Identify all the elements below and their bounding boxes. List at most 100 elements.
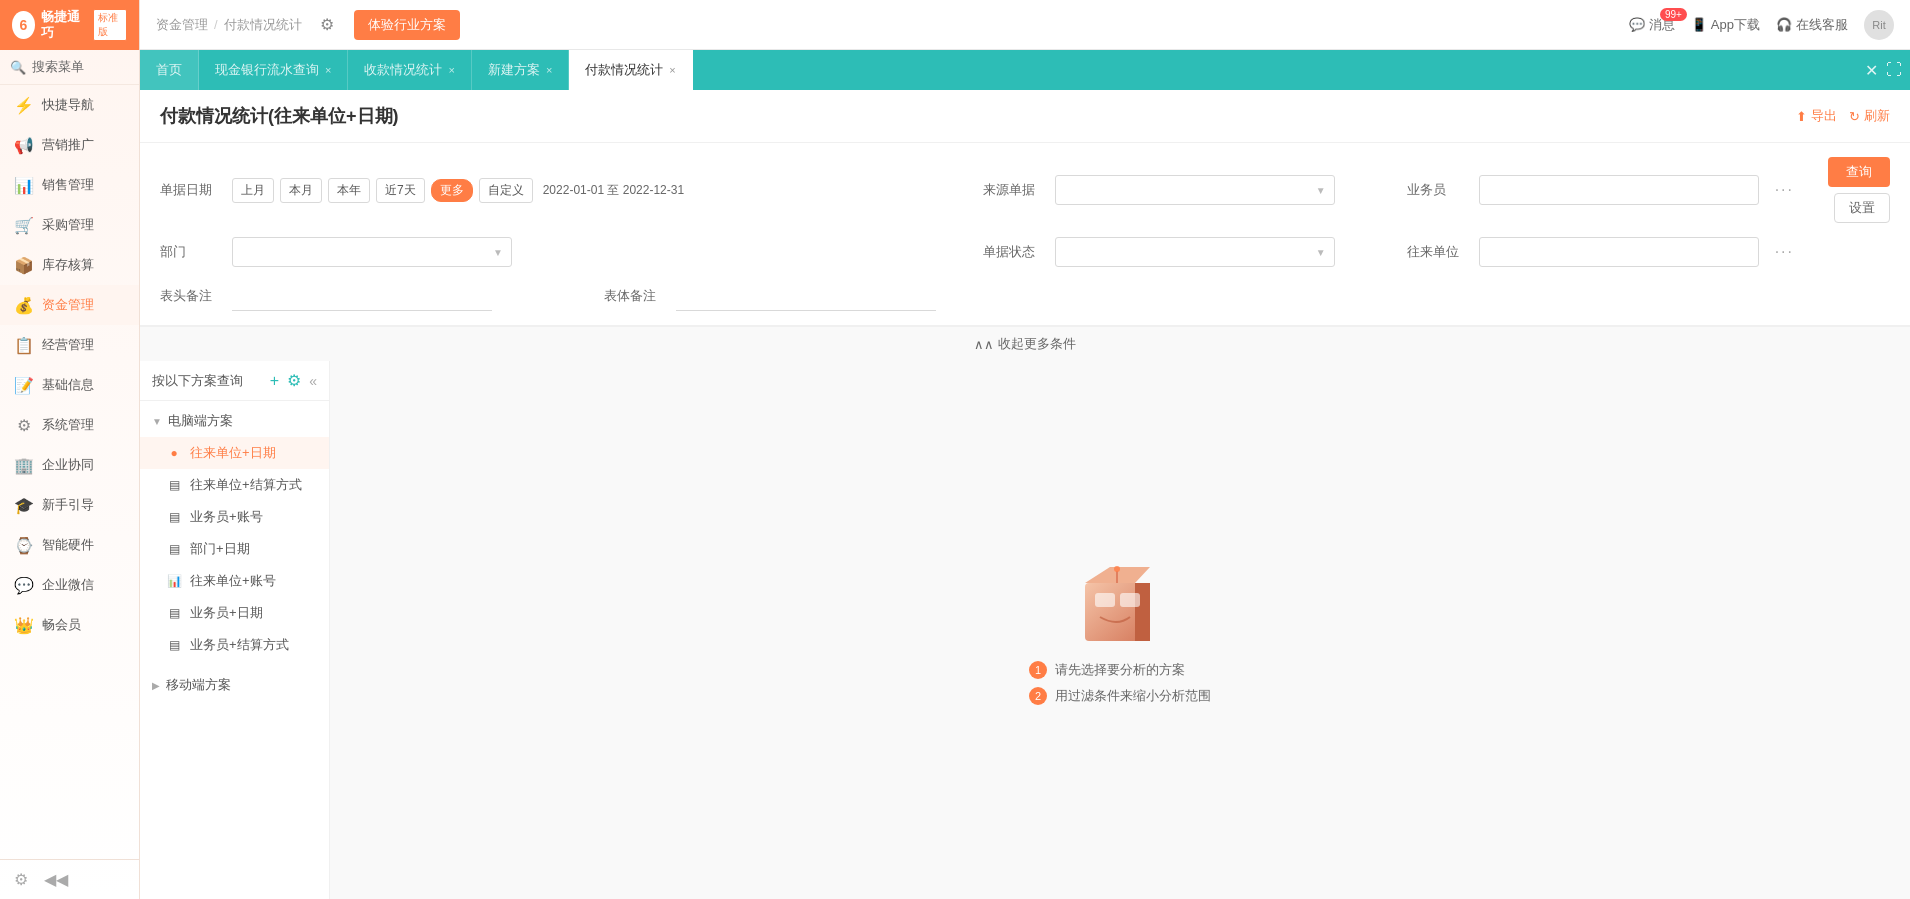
messages-button[interactable]: 💬 消息 99+ xyxy=(1629,16,1675,34)
refresh-button[interactable]: ↻ 刷新 xyxy=(1849,107,1890,125)
tab-payment-stats[interactable]: 付款情况统计 × xyxy=(569,50,692,90)
search-label: 搜索菜单 xyxy=(32,58,84,76)
page-header: 付款情况统计(往来单位+日期) ⬆ 导出 ↻ 刷新 xyxy=(140,90,1910,143)
breadcrumb-divider: / xyxy=(214,17,218,32)
sidebar-item-operation[interactable]: 📋 经营管理 xyxy=(0,325,139,365)
this-year-btn[interactable]: 本年 xyxy=(328,178,370,203)
online-service-button[interactable]: 🎧 在线客服 xyxy=(1776,16,1848,34)
sidebar-item-marketing[interactable]: 📢 营销推广 xyxy=(0,125,139,165)
add-scheme-icon[interactable]: + xyxy=(270,372,279,390)
tab-new-scheme-close[interactable]: × xyxy=(546,65,552,76)
source-label: 来源单据 xyxy=(983,181,1039,199)
pc-group-header[interactable]: ▼ 电脑端方案 xyxy=(140,405,329,437)
filter-row-3: 表头备注 表体备注 xyxy=(160,281,1890,311)
export-button[interactable]: ⬆ 导出 xyxy=(1796,107,1837,125)
mobile-group-arrow-icon: ▶ xyxy=(152,680,160,691)
query-button[interactable]: 查询 xyxy=(1828,157,1890,187)
sidebar-item-basic[interactable]: 📝 基础信息 xyxy=(0,365,139,405)
dept-label: 部门 xyxy=(160,243,216,261)
hardware-label: 智能硬件 xyxy=(42,536,94,554)
sidebar-item-guide[interactable]: 🎓 新手引导 xyxy=(0,485,139,525)
source-select[interactable]: ▼ xyxy=(1055,175,1335,205)
scheme-item-dept-date[interactable]: ▤ 部门+日期 xyxy=(140,533,329,565)
sidebar-item-sales[interactable]: 📊 销售管理 xyxy=(0,165,139,205)
collapse-sidebar-icon[interactable]: ◀◀ xyxy=(44,870,68,889)
sidebar-item-system[interactable]: ⚙ 系统管理 xyxy=(0,405,139,445)
tab-receivable-close[interactable]: × xyxy=(448,65,454,76)
scheme-item-partner-account[interactable]: 📊 往来单位+账号 xyxy=(140,565,329,597)
sidebar: 6 畅捷通巧 标准版 🔍 搜索菜单 ⚡ 快捷导航 📢 营销推广 📊 销售管理 🛒… xyxy=(0,0,140,899)
marketing-icon: 📢 xyxy=(14,135,34,155)
mobile-group-header[interactable]: ▶ 移动端方案 xyxy=(140,669,329,701)
breadcrumb: 资金管理 / 付款情况统计 xyxy=(156,16,302,34)
tabs-bar: 首页 现金银行流水查询 × 收款情况统计 × 新建方案 × 付款情况统计 × ✕… xyxy=(140,50,1910,90)
scheme-item-partner-settle[interactable]: ▤ 往来单位+结算方式 xyxy=(140,469,329,501)
this-month-btn[interactable]: 本月 xyxy=(280,178,322,203)
tab-payment-stats-close[interactable]: × xyxy=(669,65,675,76)
salesperson-more-icon[interactable]: ··· xyxy=(1775,181,1794,199)
search-menu[interactable]: 🔍 搜索菜单 xyxy=(0,50,139,85)
tab-bank-flow[interactable]: 现金银行流水查询 × xyxy=(199,50,348,90)
app-download-button[interactable]: 📱 App下载 xyxy=(1691,16,1760,34)
inventory-icon: 📦 xyxy=(14,255,34,275)
system-label: 系统管理 xyxy=(42,416,94,434)
scheme-table-icon-3: ▤ xyxy=(166,605,182,621)
settings-icon[interactable]: ⚙ xyxy=(14,870,28,889)
page-header-actions: ⬆ 导出 ↻ 刷新 xyxy=(1796,107,1890,125)
hardware-icon: ⌚ xyxy=(14,535,34,555)
sidebar-item-capital[interactable]: 💰 资金管理 xyxy=(0,285,139,325)
basic-label: 基础信息 xyxy=(42,376,94,394)
user-avatar[interactable]: Rit xyxy=(1864,10,1894,40)
tab-receivable[interactable]: 收款情况统计 × xyxy=(348,50,471,90)
inventory-label: 库存核算 xyxy=(42,256,94,274)
sidebar-item-enterprise[interactable]: 🏢 企业协同 xyxy=(0,445,139,485)
main-area: 资金管理 / 付款情况统计 ⚙ 体验行业方案 💬 消息 99+ 📱 App下载 … xyxy=(140,0,1910,899)
scheme-item-salesperson-date[interactable]: ▤ 业务员+日期 xyxy=(140,597,329,629)
sidebar-item-member[interactable]: 👑 畅会员 xyxy=(0,605,139,645)
purchase-icon: 🛒 xyxy=(14,215,34,235)
scheme-item-partner-date[interactable]: ● 往来单位+日期 xyxy=(140,437,329,469)
last-month-btn[interactable]: 上月 xyxy=(232,178,274,203)
custom-date-btn[interactable]: 自定义 xyxy=(479,178,533,203)
date-range-text: 2022-01-01 至 2022-12-31 xyxy=(543,182,684,199)
scheme-salesperson-account-label: 业务员+账号 xyxy=(190,508,263,526)
more-date-btn[interactable]: 更多 xyxy=(431,179,473,202)
collapse-conditions-button[interactable]: ∧∧ 收起更多条件 xyxy=(140,326,1910,361)
export-icon: ⬆ xyxy=(1796,109,1807,124)
sidebar-item-inventory[interactable]: 📦 库存核算 xyxy=(0,245,139,285)
salesperson-label: 业务员 xyxy=(1407,181,1463,199)
trial-button[interactable]: 体验行业方案 xyxy=(354,10,460,40)
partner-select[interactable] xyxy=(1479,237,1759,267)
scheme-collapse-icon[interactable]: « xyxy=(309,373,317,389)
body-remark-input[interactable] xyxy=(676,281,936,311)
tab-home[interactable]: 首页 xyxy=(140,50,199,90)
topbar-settings-icon[interactable]: ⚙ xyxy=(320,15,334,34)
tab-home-label: 首页 xyxy=(156,61,182,79)
operation-icon: 📋 xyxy=(14,335,34,355)
salesperson-select[interactable] xyxy=(1479,175,1759,205)
scheme-item-salesperson-account[interactable]: ▤ 业务员+账号 xyxy=(140,501,329,533)
member-label: 畅会员 xyxy=(42,616,81,634)
dept-select[interactable]: ▼ xyxy=(232,237,512,267)
scheme-table-icon-4: ▤ xyxy=(166,637,182,653)
close-all-tabs-icon[interactable]: ✕ xyxy=(1865,61,1878,80)
header-remark-input[interactable] xyxy=(232,281,492,311)
purchase-label: 采购管理 xyxy=(42,216,94,234)
sidebar-item-hardware[interactable]: ⌚ 智能硬件 xyxy=(0,525,139,565)
message-icon: 💬 xyxy=(1629,17,1645,32)
sidebar-item-quick-nav[interactable]: ⚡ 快捷导航 xyxy=(0,85,139,125)
filter-settings-button[interactable]: 设置 xyxy=(1834,193,1890,223)
doc-status-select[interactable]: ▼ xyxy=(1055,237,1335,267)
scheme-settings-icon[interactable]: ⚙ xyxy=(287,371,301,390)
sidebar-item-weixin[interactable]: 💬 企业微信 xyxy=(0,565,139,605)
last-7days-btn[interactable]: 近7天 xyxy=(376,178,425,203)
maximize-icon[interactable]: ⛶ xyxy=(1886,61,1902,79)
tabs-actions: ✕ ⛶ xyxy=(1857,50,1910,90)
partner-more-icon[interactable]: ··· xyxy=(1775,243,1794,261)
sidebar-item-purchase[interactable]: 🛒 采购管理 xyxy=(0,205,139,245)
scheme-item-salesperson-settle[interactable]: ▤ 业务员+结算方式 xyxy=(140,629,329,661)
tab-bank-flow-close[interactable]: × xyxy=(325,65,331,76)
sidebar-bottom: ⚙ ◀◀ xyxy=(0,859,139,899)
empty-icon xyxy=(1070,555,1170,645)
tab-new-scheme[interactable]: 新建方案 × xyxy=(472,50,569,90)
